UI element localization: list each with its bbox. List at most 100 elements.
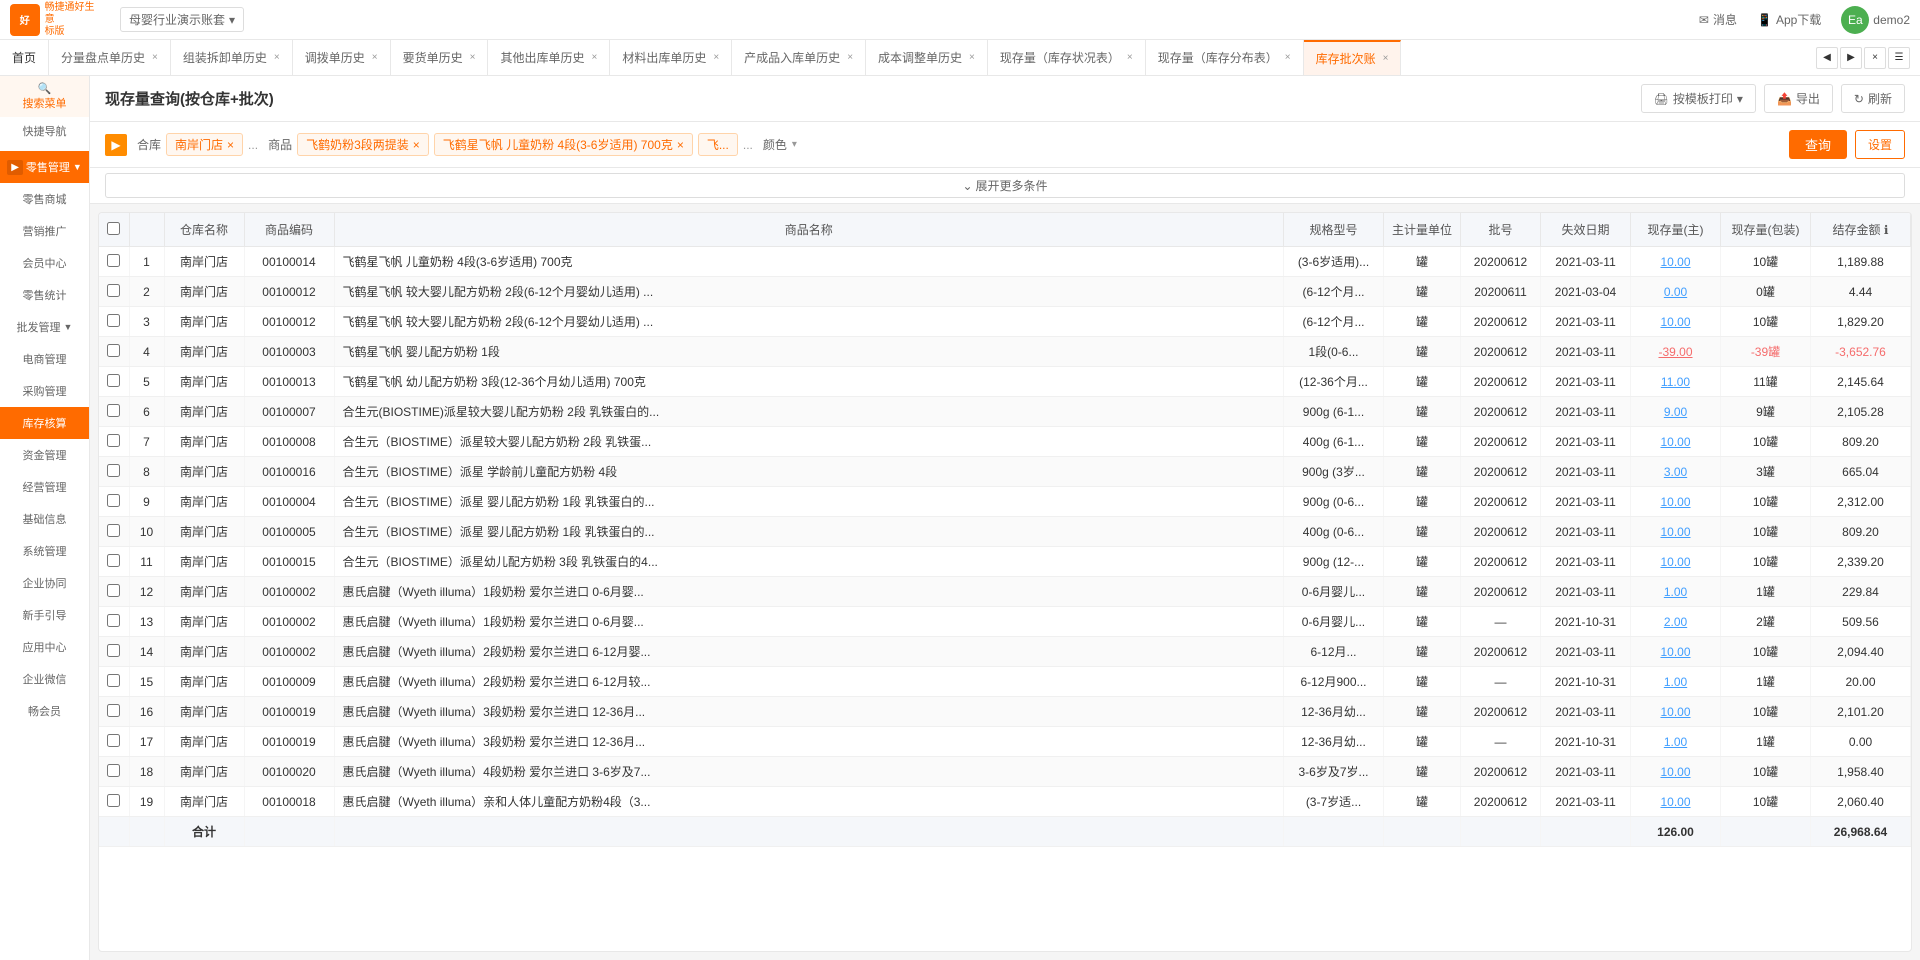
row-checkbox[interactable] [107, 734, 120, 747]
tab-adjust-history[interactable]: 调拨单历史 × [293, 40, 391, 76]
tab-prev-btn[interactable]: ◀ [1816, 47, 1838, 69]
account-selector[interactable]: 母婴行业演示账套 ▾ [120, 7, 244, 32]
sidebar-item-wholesale[interactable]: 批发管理 ▼ [0, 311, 89, 343]
stock-main-link[interactable]: -39.00 [1658, 345, 1692, 359]
product-tag-1[interactable]: 飞鹤奶粉3段两提装 × [297, 133, 429, 156]
product-tag-2[interactable]: 飞鹤星飞帆 儿童奶粉 4段(3-6岁适用) 700克 × [434, 133, 693, 156]
sidebar-item-system[interactable]: 系统管理 [0, 535, 89, 567]
row-checkbox[interactable] [107, 584, 120, 597]
stock-main-link[interactable]: 1.00 [1664, 585, 1687, 599]
filter-expand-arrow[interactable]: ▶ [105, 134, 127, 156]
stock-main-link[interactable]: 10.00 [1660, 435, 1690, 449]
row-checkbox[interactable] [107, 434, 120, 447]
query-btn[interactable]: 查询 [1789, 130, 1847, 159]
tab-close-icon[interactable]: × [847, 52, 853, 63]
row-checkbox[interactable] [107, 284, 120, 297]
stock-main-link[interactable]: 9.00 [1664, 405, 1687, 419]
stock-main-link[interactable]: 10.00 [1660, 645, 1690, 659]
sidebar-item-guide[interactable]: 新手引导 [0, 599, 89, 631]
stock-main-link[interactable]: 1.00 [1664, 675, 1687, 689]
stock-main-link[interactable]: 0.00 [1664, 285, 1687, 299]
tab-stock-status[interactable]: 现存量（库存状况表） × [988, 40, 1146, 76]
export-btn[interactable]: 📤 导出 [1764, 84, 1833, 113]
sidebar-item-vip[interactable]: 畅会员 [0, 695, 89, 727]
stock-main-link[interactable]: 10.00 [1660, 705, 1690, 719]
row-checkbox[interactable] [107, 614, 120, 627]
row-checkbox[interactable] [107, 524, 120, 537]
tab-close-icon[interactable]: × [274, 52, 280, 63]
tab-close-icon[interactable]: × [1127, 52, 1133, 63]
sidebar-item-retail-stats[interactable]: 零售统计 [0, 279, 89, 311]
sidebar-item-enterprise-wechat[interactable]: 企业微信 [0, 663, 89, 695]
tab-close-all-btn[interactable]: × [1864, 47, 1886, 69]
sidebar-item-inventory[interactable]: 库存核算 [0, 407, 89, 439]
sidebar-item-member[interactable]: 会员中心 [0, 247, 89, 279]
tab-menu-btn[interactable]: ☰ [1888, 47, 1910, 69]
tab-close-icon[interactable]: × [1383, 53, 1389, 64]
tab-close-icon[interactable]: × [591, 52, 597, 63]
app-download-btn[interactable]: 📱 App下载 [1757, 11, 1821, 28]
stock-main-link[interactable]: 10.00 [1660, 255, 1690, 269]
tab-material-out-history[interactable]: 材料出库单历史 × [610, 40, 732, 76]
tab-split-history[interactable]: 分量盘点单历史 × [49, 40, 171, 76]
stock-main-link[interactable]: 1.00 [1664, 735, 1687, 749]
warehouse-tag[interactable]: 南岸门店 × [166, 133, 243, 156]
messages-btn[interactable]: ✉ 消息 [1699, 11, 1737, 28]
tab-disassemble-history[interactable]: 组装拆卸单历史 × [171, 40, 293, 76]
tab-next-btn[interactable]: ▶ [1840, 47, 1862, 69]
product-tag1-remove[interactable]: × [413, 138, 420, 152]
user-avatar-btn[interactable]: Ea demo2 [1841, 6, 1910, 34]
row-checkbox[interactable] [107, 254, 120, 267]
settings-btn[interactable]: 设置 [1855, 130, 1905, 159]
print-btn[interactable]: 🖨 按模板打印 ▾ [1641, 84, 1756, 113]
sidebar-item-ecommerce[interactable]: 电商管理 [0, 343, 89, 375]
row-checkbox[interactable] [107, 344, 120, 357]
product-tag-3[interactable]: 飞... [698, 133, 738, 156]
sidebar-quick-nav[interactable]: 快捷导航 [0, 117, 89, 145]
warehouse-tag-remove[interactable]: × [227, 138, 234, 152]
sidebar-item-retail[interactable]: ▶ 零售管理 ▼ [0, 151, 89, 183]
row-checkbox[interactable] [107, 314, 120, 327]
sidebar-item-management[interactable]: 经营管理 [0, 471, 89, 503]
sidebar-item-retail-shop[interactable]: 零售商城 [0, 183, 89, 215]
stock-main-link[interactable]: 11.00 [1661, 375, 1690, 389]
row-checkbox[interactable] [107, 674, 120, 687]
row-checkbox[interactable] [107, 644, 120, 657]
product-tag2-remove[interactable]: × [677, 138, 684, 152]
row-checkbox[interactable] [107, 494, 120, 507]
tab-close-icon[interactable]: × [969, 52, 975, 63]
tab-requisition-history[interactable]: 要货单历史 × [391, 40, 489, 76]
tab-close-icon[interactable]: × [372, 52, 378, 63]
sidebar-search-menu[interactable]: 🔍 搜索菜单 [0, 76, 89, 117]
row-checkbox[interactable] [107, 464, 120, 477]
sidebar-item-marketing[interactable]: 营销推广 [0, 215, 89, 247]
tab-product-in-history[interactable]: 产成品入库单历史 × [732, 40, 866, 76]
stock-main-link[interactable]: 10.00 [1660, 795, 1690, 809]
tab-stock-distribution[interactable]: 现存量（库存分布表） × [1146, 40, 1304, 76]
row-checkbox[interactable] [107, 764, 120, 777]
stock-main-link[interactable]: 10.00 [1660, 315, 1690, 329]
select-all-checkbox[interactable] [107, 222, 120, 235]
tab-batch-voucher[interactable]: 库存批次账 × [1304, 40, 1402, 76]
stock-main-link[interactable]: 3.00 [1664, 465, 1687, 479]
tab-close-icon[interactable]: × [1285, 52, 1291, 63]
sidebar-item-finance[interactable]: 资金管理 [0, 439, 89, 471]
sidebar-item-purchase[interactable]: 采购管理 [0, 375, 89, 407]
stock-main-link[interactable]: 10.00 [1660, 555, 1690, 569]
refresh-btn[interactable]: ↻ 刷新 [1841, 84, 1905, 113]
warehouse-more-dots[interactable]: ... [248, 138, 258, 152]
stock-main-link[interactable]: 10.00 [1660, 495, 1690, 509]
stock-main-link[interactable]: 10.00 [1660, 525, 1690, 539]
tab-other-out-history[interactable]: 其他出库单历史 × [488, 40, 610, 76]
row-checkbox[interactable] [107, 404, 120, 417]
tab-close-icon[interactable]: × [713, 52, 719, 63]
sidebar-item-cooperation[interactable]: 企业协同 [0, 567, 89, 599]
tab-close-icon[interactable]: × [470, 52, 476, 63]
tab-close-icon[interactable]: × [152, 52, 158, 63]
stock-main-link[interactable]: 10.00 [1660, 765, 1690, 779]
row-checkbox[interactable] [107, 794, 120, 807]
sidebar-item-basic[interactable]: 基础信息 [0, 503, 89, 535]
tab-cost-adjust-history[interactable]: 成本调整单历史 × [866, 40, 988, 76]
row-checkbox[interactable] [107, 704, 120, 717]
tab-home[interactable]: 首页 [0, 40, 49, 76]
